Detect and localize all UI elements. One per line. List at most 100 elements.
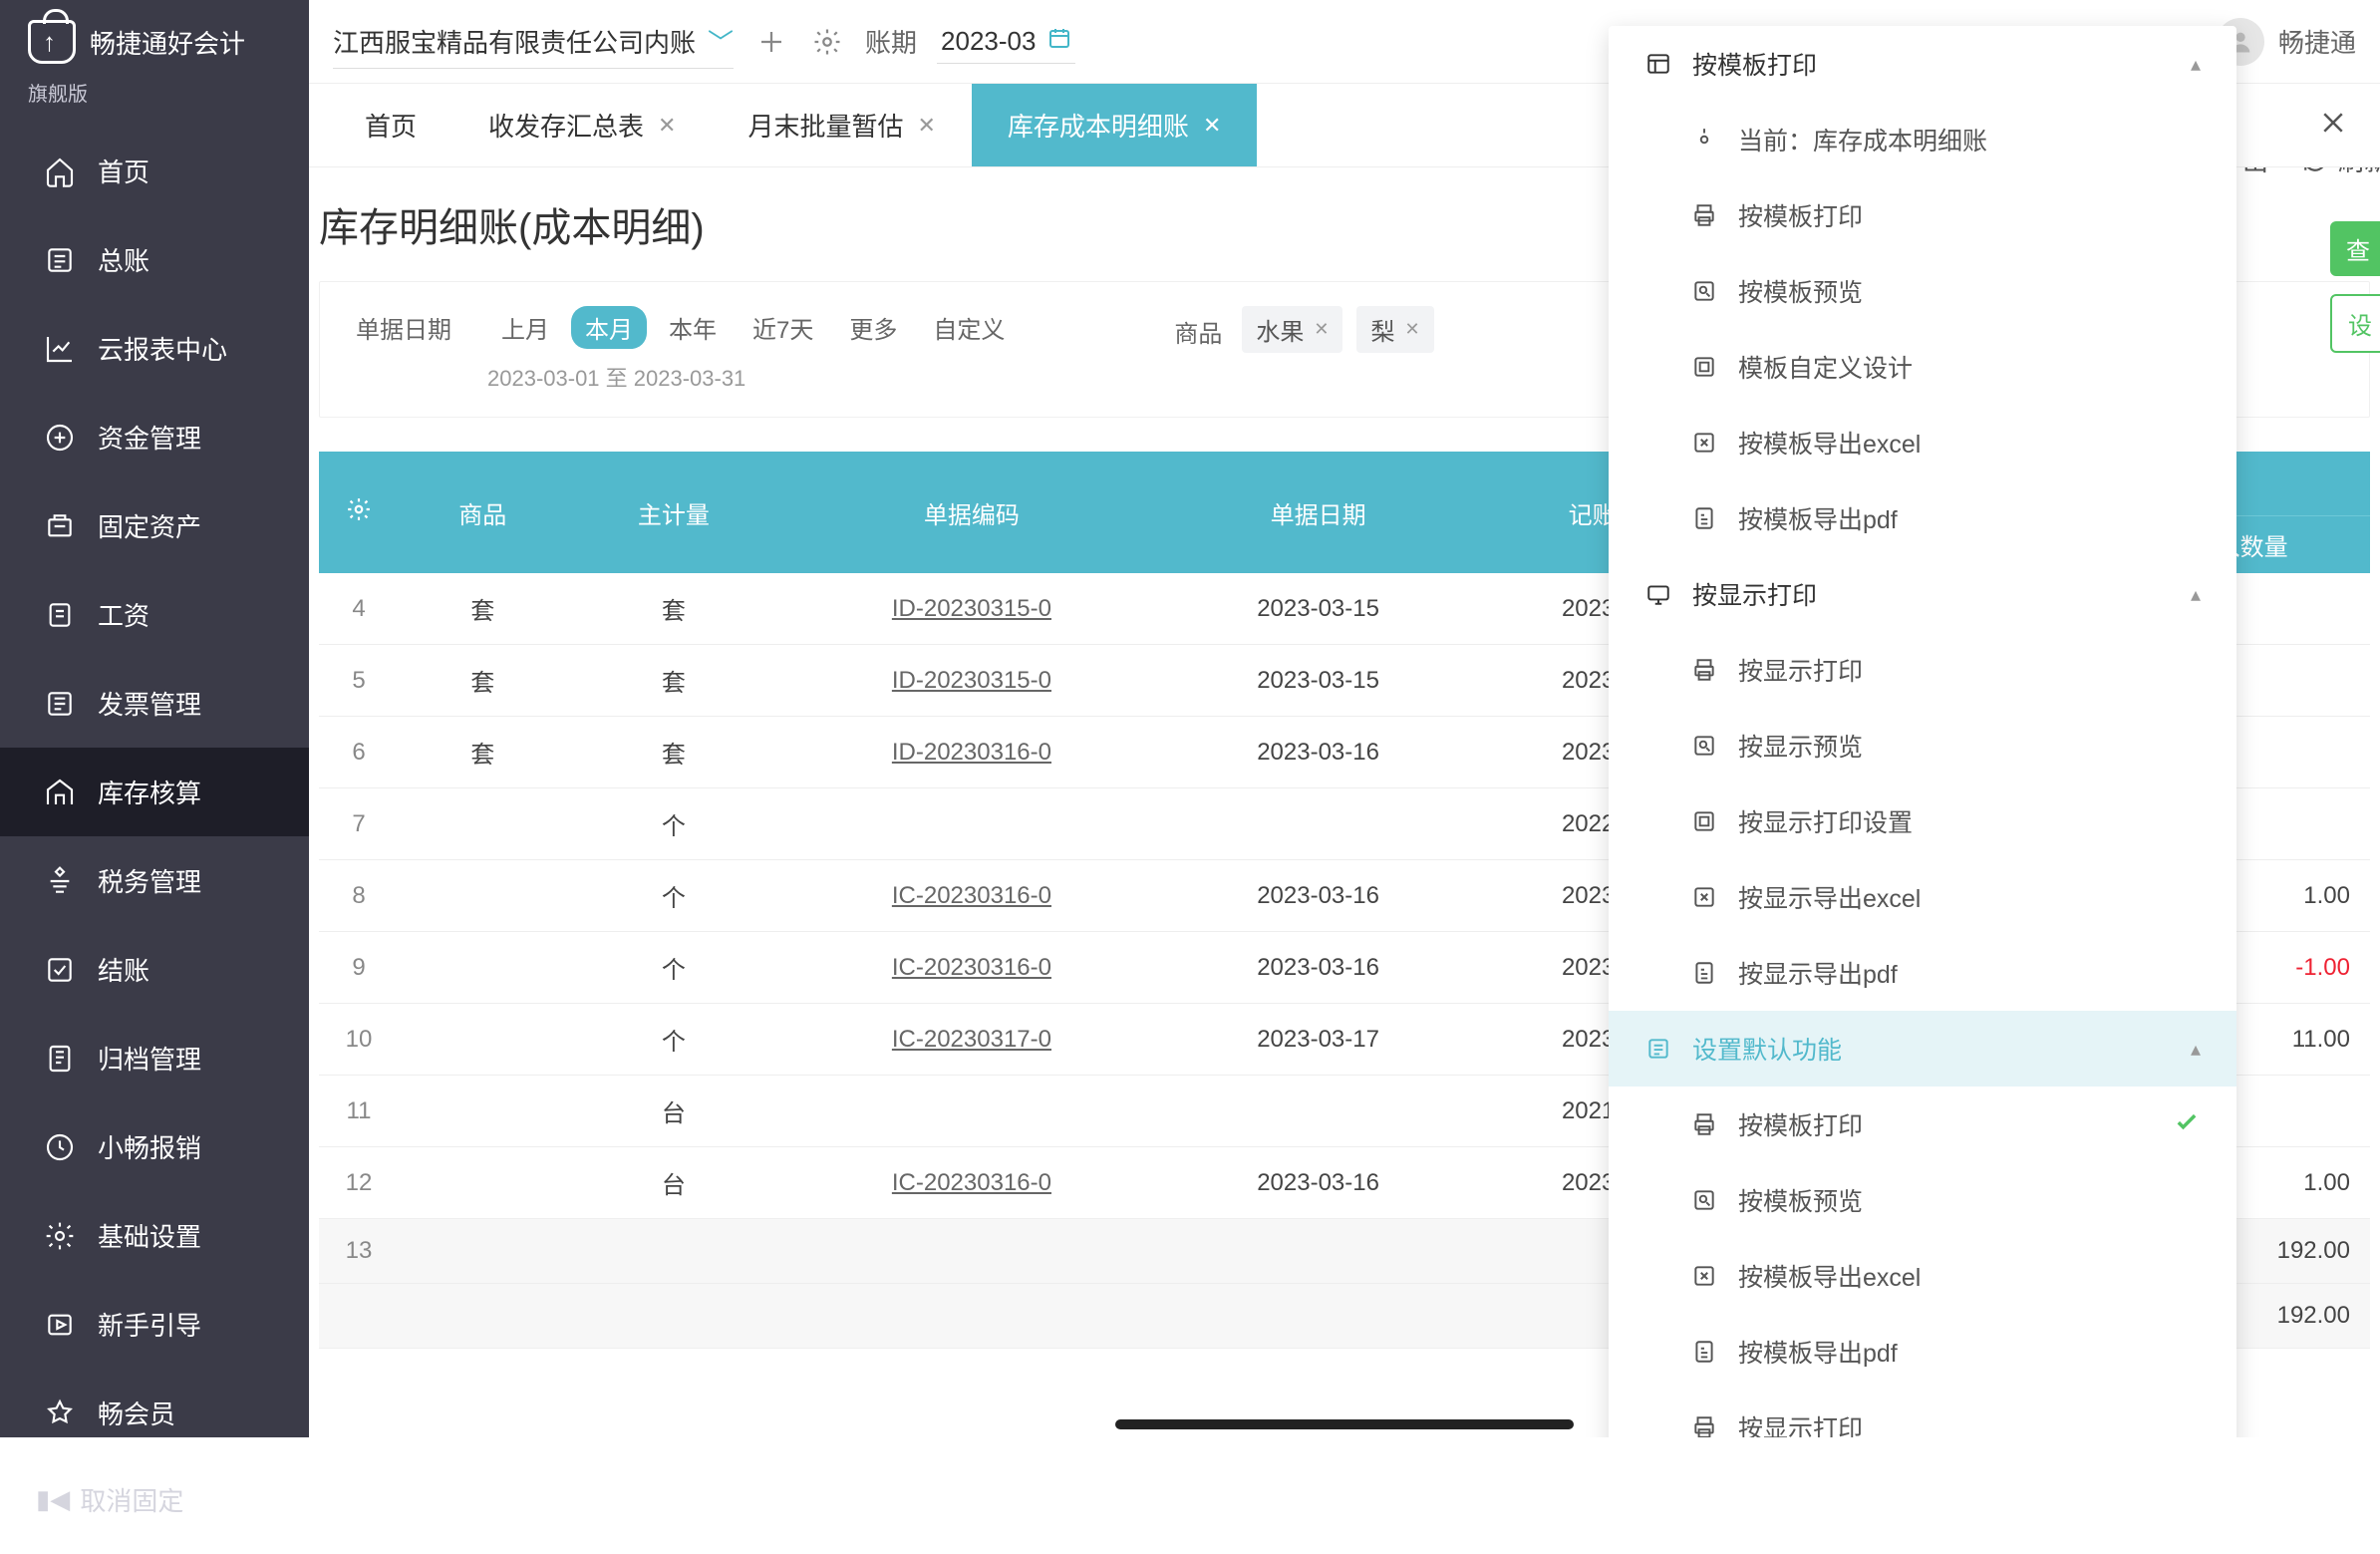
- goods-chip[interactable]: 水果 ✕: [1242, 306, 1342, 353]
- date-pill[interactable]: 近7天: [739, 306, 827, 349]
- sidebar-pin-toggle[interactable]: ▮◀ 取消固定: [0, 1457, 309, 1554]
- sidebar-item-0[interactable]: 首页: [0, 127, 309, 215]
- sidebar-item-2[interactable]: 云报表中心: [0, 304, 309, 393]
- print-export-menu[interactable]: 按模板打印▴当前：库存成本明细账按模板打印按模板预览模板自定义设计按模板导出ex…: [1609, 26, 2236, 1437]
- dd-label: 按显示打印设置: [1738, 803, 1913, 839]
- dd-item[interactable]: 模板自定义设计: [1609, 329, 2236, 405]
- date-pill[interactable]: 本年: [655, 306, 731, 349]
- excel-icon: [1690, 429, 1718, 457]
- cell-goods: 套: [399, 717, 567, 788]
- sidebar-item-5[interactable]: 工资: [0, 570, 309, 659]
- cell-goods: [399, 1004, 567, 1076]
- tab-close-icon[interactable]: ✕: [658, 113, 676, 139]
- tab-3[interactable]: 库存成本明细账✕: [972, 84, 1257, 166]
- bill-code-link[interactable]: IC-20230316-0: [780, 1147, 1162, 1219]
- dd-label: 按显示打印: [1692, 576, 1817, 612]
- sidebar-item-12[interactable]: 基础设置: [0, 1191, 309, 1280]
- add-button[interactable]: [753, 24, 789, 60]
- dd-label: 按模板导出pdf: [1738, 500, 1898, 536]
- sidebar-item-14[interactable]: 畅会员: [0, 1369, 309, 1457]
- dd-item[interactable]: 按显示导出pdf: [1609, 935, 2236, 1011]
- row-index: 7: [319, 788, 399, 860]
- sidebar-item-8[interactable]: 税务管理: [0, 836, 309, 925]
- row-index: 4: [319, 573, 399, 645]
- dd-item[interactable]: 按模板导出excel: [1609, 405, 2236, 480]
- cell-unit: [567, 1219, 781, 1284]
- dd-item[interactable]: 按显示打印设置: [1609, 783, 2236, 859]
- cell-unit: 套: [567, 717, 781, 788]
- dd-label: 按显示导出pdf: [1738, 955, 1898, 991]
- refresh-button[interactable]: 刷新: [2302, 167, 2380, 178]
- company-selector[interactable]: 江西服宝精品有限责任公司内账 ﹀: [333, 15, 734, 69]
- bill-code-link[interactable]: ID-20230315-0: [780, 573, 1162, 645]
- display-icon: [1644, 580, 1672, 608]
- nav-label: 基础设置: [98, 1217, 201, 1254]
- sidebar-item-10[interactable]: 归档管理: [0, 1014, 309, 1102]
- tab-2[interactable]: 月末批量暂估 ✕: [712, 84, 971, 166]
- sidebar-item-7[interactable]: 库存核算: [0, 748, 309, 836]
- dd-label: 按模板导出pdf: [1738, 1334, 1898, 1370]
- dd-item[interactable]: 按模板导出pdf: [1609, 480, 2236, 556]
- tab-label: 月末批量暂估: [747, 107, 903, 144]
- cell-unit: 个: [567, 1004, 781, 1076]
- tab-0[interactable]: 首页: [329, 84, 452, 166]
- period-label: 账期: [865, 23, 917, 60]
- chip-label: 梨: [1370, 312, 1394, 347]
- dd-header[interactable]: 按模板打印▴: [1609, 26, 2236, 102]
- dd-item[interactable]: 按显示打印: [1609, 1390, 2236, 1437]
- nav-label: 资金管理: [98, 419, 201, 456]
- panel-close-button[interactable]: [2306, 108, 2360, 143]
- user-menu[interactable]: 畅捷通: [2217, 18, 2356, 66]
- date-pill[interactable]: 上月: [487, 306, 563, 349]
- row-index: 13: [319, 1219, 399, 1284]
- date-pill[interactable]: 本月: [571, 306, 647, 349]
- sidebar-item-13[interactable]: 新手引导: [0, 1280, 309, 1369]
- dd-item[interactable]: 按模板打印: [1609, 177, 2236, 253]
- pin-icon: ▮◀: [36, 1484, 70, 1515]
- nav-icon: [44, 599, 76, 631]
- bill-code-link[interactable]: ID-20230315-0: [780, 645, 1162, 717]
- green-action-2[interactable]: 设: [2330, 294, 2380, 353]
- period-selector[interactable]: 2023-03: [937, 20, 1075, 64]
- cell-unit: 个: [567, 932, 781, 1004]
- dd-item[interactable]: 按模板导出excel: [1609, 1238, 2236, 1314]
- sidebar-item-3[interactable]: 资金管理: [0, 393, 309, 481]
- goods-chip[interactable]: 梨✕: [1356, 306, 1433, 353]
- row-index: 9: [319, 932, 399, 1004]
- dd-item[interactable]: 按模板打印: [1609, 1087, 2236, 1162]
- cell-unit: 台: [567, 1147, 781, 1219]
- sidebar-item-6[interactable]: 发票管理: [0, 659, 309, 748]
- cell-goods: [399, 1219, 567, 1284]
- tab-1[interactable]: 收发存汇总表✕: [452, 84, 712, 166]
- cell-unit: 套: [567, 573, 781, 645]
- bill-code-link[interactable]: ID-20230316-0: [780, 717, 1162, 788]
- tab-close-icon[interactable]: ✕: [1203, 113, 1221, 139]
- tab-close-icon[interactable]: ✕: [917, 113, 935, 139]
- dd-item[interactable]: 按显示导出excel: [1609, 859, 2236, 935]
- dd-item[interactable]: 按显示预览: [1609, 708, 2236, 783]
- chip-remove-icon[interactable]: ✕: [1404, 319, 1419, 340]
- dd-item[interactable]: 按显示打印: [1609, 632, 2236, 708]
- green-action-1[interactable]: 查: [2330, 221, 2380, 276]
- date-pill[interactable]: 自定义: [919, 306, 1019, 349]
- sidebar-item-11[interactable]: 小畅报销: [0, 1102, 309, 1191]
- sidebar-item-9[interactable]: 结账: [0, 925, 309, 1014]
- table-settings-button[interactable]: [319, 452, 399, 573]
- dd-item[interactable]: 按模板预览: [1609, 253, 2236, 329]
- settings-icon[interactable]: [809, 24, 845, 60]
- chip-label: 水果: [1256, 312, 1304, 347]
- bill-code-link[interactable]: IC-20230316-0: [780, 932, 1162, 1004]
- dd-item[interactable]: 按模板导出pdf: [1609, 1314, 2236, 1390]
- dd-label: 按显示打印: [1738, 1409, 1863, 1437]
- sidebar-item-1[interactable]: 总账: [0, 215, 309, 304]
- dd-header[interactable]: 按显示打印▴: [1609, 556, 2236, 632]
- dd-item[interactable]: 按模板预览: [1609, 1162, 2236, 1238]
- preview-icon: [1690, 277, 1718, 305]
- sidebar-item-4[interactable]: 固定资产: [0, 481, 309, 570]
- chip-remove-icon[interactable]: ✕: [1314, 319, 1329, 340]
- bill-code-link[interactable]: IC-20230317-0: [780, 1004, 1162, 1076]
- nav-label: 新手引导: [98, 1306, 201, 1343]
- dd-header[interactable]: 设置默认功能▴: [1609, 1011, 2236, 1087]
- bill-code-link[interactable]: IC-20230316-0: [780, 860, 1162, 932]
- date-pill[interactable]: 更多: [835, 306, 911, 349]
